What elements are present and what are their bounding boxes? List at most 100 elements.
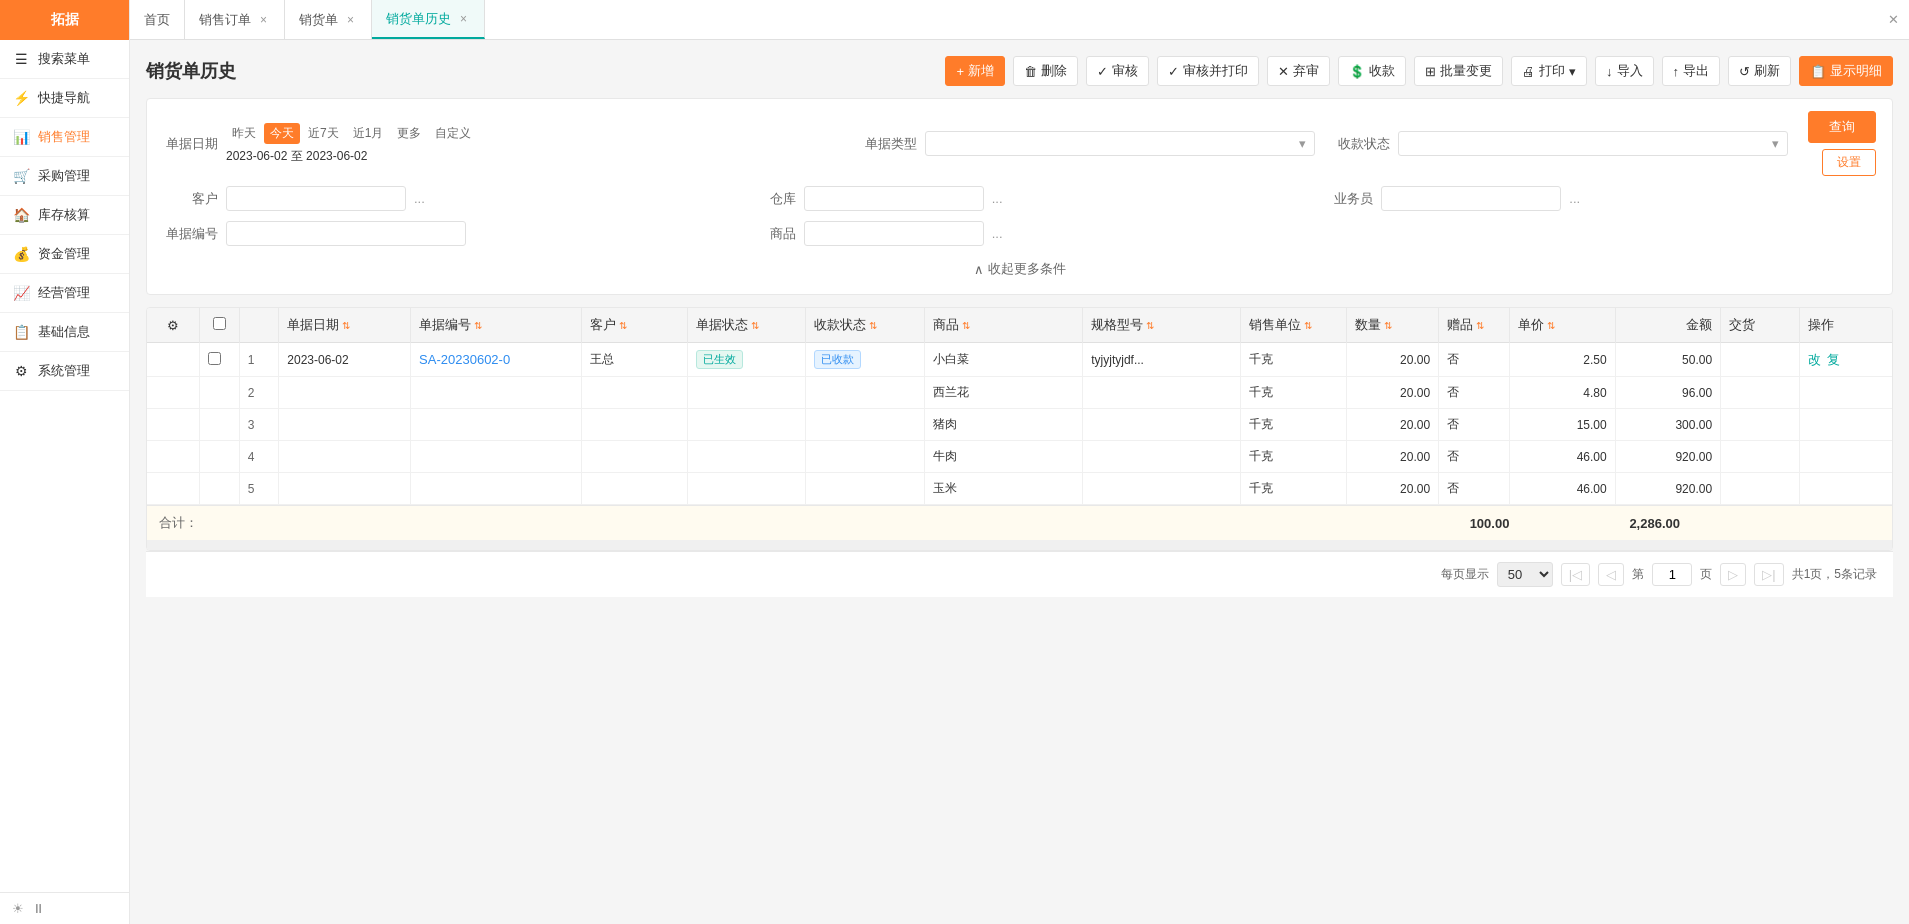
sidebar-item-label: 资金管理 [38,245,90,263]
date-tab-today[interactable]: 今天 [264,123,300,144]
abandon-button[interactable]: ✕ 弃审 [1267,56,1330,86]
edit-action-0[interactable]: 改 [1808,351,1821,369]
first-page-btn[interactable]: |◁ [1561,563,1590,586]
page-input[interactable] [1652,563,1692,586]
filter-salesman: 业务员 ... [1318,186,1876,211]
sidebar-item-inventory[interactable]: 🏠 库存核算 [0,196,129,235]
product-dots[interactable]: ... [992,226,1003,241]
th-check[interactable] [200,308,240,343]
customer-input[interactable] [226,186,406,211]
date-tab-custom[interactable]: 自定义 [429,123,477,144]
th-settings[interactable]: ⚙ [147,308,200,343]
audit-button[interactable]: ✓ 审核 [1086,56,1149,86]
warehouse-dots[interactable]: ... [992,191,1003,206]
tab-sales-order[interactable]: 销售订单 × [185,0,285,39]
query-button[interactable]: 查询 [1808,111,1876,143]
last-page-btn[interactable]: ▷| [1754,563,1783,586]
sidebar-item-purchase-mgmt[interactable]: 🛒 采购管理 [0,157,129,196]
salesman-dots[interactable]: ... [1569,191,1580,206]
date-tab-1month[interactable]: 近1月 [347,123,390,144]
show-detail-button[interactable]: 📋 显示明细 [1799,56,1893,86]
td-price-2: 15.00 [1510,409,1615,441]
data-table: ⚙ 单据日期⇅ 单据编号⇅ 客户⇅ [147,308,1892,505]
sidebar-item-label: 搜索菜单 [38,50,90,68]
prev-page-btn[interactable]: ◁ [1598,563,1624,586]
doc-no-input[interactable] [226,221,466,246]
th-gift[interactable]: 赠品⇅ [1439,308,1510,343]
sidebar-item-finance[interactable]: 💰 资金管理 [0,235,129,274]
select-all-checkbox[interactable] [213,317,226,330]
td-pay-status-3 [806,441,925,473]
th-product-label: 商品 [933,316,959,334]
th-qty[interactable]: 数量⇅ [1346,308,1438,343]
th-product[interactable]: 商品⇅ [925,308,1083,343]
next-page-btn[interactable]: ▷ [1720,563,1746,586]
print-button[interactable]: 🖨 打印 ▾ [1511,56,1587,86]
tab-sales-history[interactable]: 销货单历史 × [372,0,485,39]
td-check-3[interactable] [200,441,240,473]
td-unit-3: 千克 [1241,441,1346,473]
td-product-4: 玉米 [925,473,1083,505]
th-customer[interactable]: 客户⇅ [582,308,687,343]
warehouse-input[interactable] [804,186,984,211]
doc-no-link[interactable]: SA-20230602-0 [419,352,510,367]
audit-print-button[interactable]: ✓ 审核并打印 [1157,56,1259,86]
td-product-1: 西兰花 [925,377,1083,409]
delete-button[interactable]: 🗑 删除 [1013,56,1078,86]
batch-change-button[interactable]: ⊞ 批量变更 [1414,56,1503,86]
customer-dots[interactable]: ... [414,191,425,206]
sidebar-item-label: 采购管理 [38,167,90,185]
tab-home[interactable]: 首页 [130,0,185,39]
td-check-4[interactable] [200,473,240,505]
sidebar-item-quick-nav[interactable]: ⚡ 快捷导航 [0,79,129,118]
horizontal-scrollbar[interactable] [147,540,1892,550]
sidebar-item-system-mgmt[interactable]: ⚙ 系统管理 [0,352,129,391]
date-tab-yesterday[interactable]: 昨天 [226,123,262,144]
copy-action-0[interactable]: 复 [1827,351,1840,369]
page-header: 销货单历史 + 新增 🗑 删除 ✓ 审核 ✓ 审核并打印 [146,56,1893,86]
salesman-input[interactable] [1381,186,1561,211]
sidebar-bottom-icon2[interactable]: ⏸ [32,901,45,916]
sidebar-item-operations[interactable]: 📈 经营管理 [0,274,129,313]
th-unit[interactable]: 销售单位⇅ [1241,308,1346,343]
setting-button[interactable]: 设置 [1822,149,1876,176]
sidebar-bottom-icon1[interactable]: ☀ [12,901,24,916]
th-price[interactable]: 单价⇅ [1510,308,1615,343]
import-button[interactable]: ↓ 导入 [1595,56,1654,86]
per-page-select[interactable]: 50 100 200 [1497,562,1553,587]
date-tab-more[interactable]: 更多 [391,123,427,144]
td-row-no-0: 1 [239,343,279,377]
payment-status-select[interactable]: ▾ [1398,131,1788,156]
sidebar-item-sales-mgmt[interactable]: 📊 销售管理 [0,118,129,157]
product-input[interactable] [804,221,984,246]
th-doc-date[interactable]: 单据日期⇅ [279,308,411,343]
tab-sales-order-close[interactable]: × [257,12,270,28]
td-doc-no-0[interactable]: SA-20230602-0 [411,343,582,377]
th-pay-status[interactable]: 收款状态⇅ [806,308,925,343]
date-tab-7days[interactable]: 近7天 [302,123,345,144]
row-checkbox-0[interactable] [208,352,221,365]
th-doc-no[interactable]: 单据编号⇅ [411,308,582,343]
tab-sales-history-close[interactable]: × [457,11,470,27]
td-check-0[interactable] [200,343,240,377]
td-unit-0: 千克 [1241,343,1346,377]
doc-type-select[interactable]: ▾ [925,131,1315,156]
th-doc-status[interactable]: 单据状态⇅ [687,308,806,343]
add-button[interactable]: + 新增 [945,56,1005,86]
tab-sales-delivery[interactable]: 销货单 × [285,0,372,39]
add-icon: + [956,64,964,79]
refresh-button[interactable]: ↺ 刷新 [1728,56,1791,86]
settings-icon: ⚙ [167,318,179,333]
sidebar-item-search-menu[interactable]: ☰ 搜索菜单 [0,40,129,79]
tab-sales-delivery-close[interactable]: × [344,12,357,28]
td-gift-3: 否 [1439,441,1510,473]
sidebar-item-basic-info[interactable]: 📋 基础信息 [0,313,129,352]
td-check-2[interactable] [200,409,240,441]
th-spec[interactable]: 规格型号⇅ [1083,308,1241,343]
receive-button[interactable]: 💲 收款 [1338,56,1406,86]
collapse-button[interactable]: ∧ 收起更多条件 [163,256,1876,282]
th-row-no [239,308,279,343]
tab-bar-end[interactable]: ✕ [1888,0,1909,39]
export-button[interactable]: ↑ 导出 [1662,56,1721,86]
td-check-1[interactable] [200,377,240,409]
